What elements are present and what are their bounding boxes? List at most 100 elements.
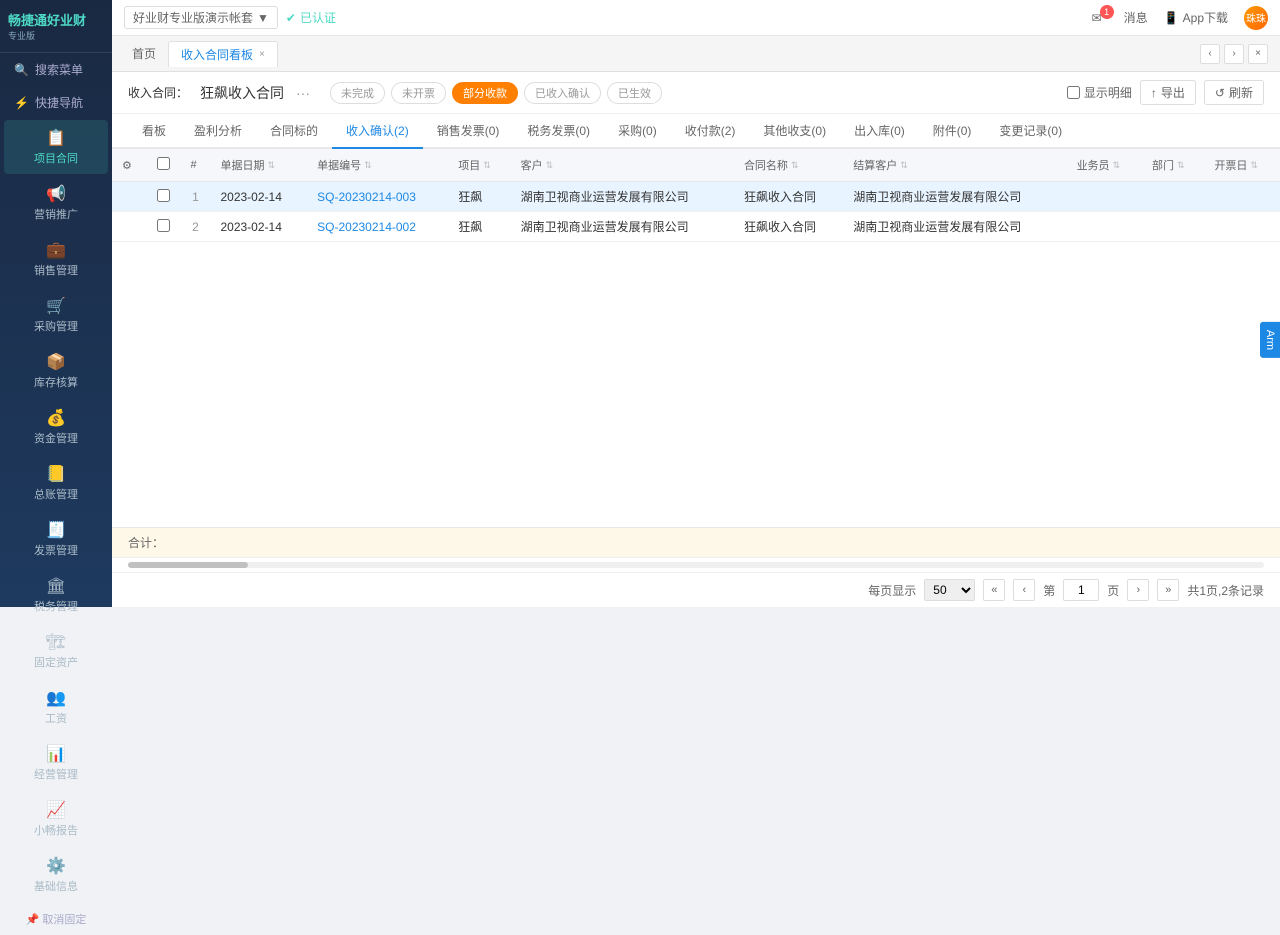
sub-tab-payment[interactable]: 收付款(2) [671, 114, 750, 149]
record-link[interactable]: SQ-20230214-002 [317, 220, 416, 234]
table-header-row: ⚙ # 单据日期⇅ 单据编号⇅ [112, 149, 1280, 182]
status-kaipiao[interactable]: 未开票 [391, 82, 446, 104]
status-wancheng[interactable]: 未完成 [330, 82, 385, 104]
sidebar-item-general[interactable]: 📒 总账管理 [4, 456, 108, 510]
app-download-btn[interactable]: 📱 App下载 [1164, 9, 1228, 26]
record-link[interactable]: SQ-20230214-003 [317, 190, 416, 204]
row-checkbox[interactable] [157, 189, 170, 202]
sidebar-item-project[interactable]: 📋 项目合同 [4, 120, 108, 174]
unpin-label: 取消固定 [42, 914, 86, 926]
page-size-select[interactable]: 10 20 50 100 [924, 579, 975, 601]
col-checkbox [147, 149, 180, 182]
sub-tab-items[interactable]: 合同标的 [256, 114, 332, 149]
table-footer: 合计： [112, 527, 1280, 557]
cell-code[interactable]: SQ-20230214-003 [307, 182, 448, 212]
col-project[interactable]: 项目⇅ [448, 149, 510, 182]
sidebar-search[interactable]: 🔍 搜索菜单 [0, 53, 112, 86]
col-dept[interactable]: 部门⇅ [1142, 149, 1204, 182]
sidebar-item-report[interactable]: 📈 小畅报告 [4, 792, 108, 846]
show-detail-toggle[interactable]: 显示明细 [1067, 84, 1132, 101]
sub-tab-purchase[interactable]: 采购(0) [604, 114, 671, 149]
basic-icon: ⚙️ [46, 856, 66, 876]
scroll-track[interactable] [128, 562, 1264, 568]
quick-nav[interactable]: ⚡ 快捷导航 [0, 86, 112, 119]
unpin-btn[interactable]: 📌 取消固定 [0, 903, 112, 935]
col-code[interactable]: 单据编号⇅ [307, 149, 448, 182]
export-label: 导出 [1161, 84, 1185, 101]
refresh-btn[interactable]: ↺ 刷新 [1204, 80, 1264, 105]
col-contract[interactable]: 合同名称⇅ [734, 149, 843, 182]
tab-close-btn[interactable]: × [259, 49, 265, 60]
show-detail-checkbox[interactable] [1067, 86, 1080, 99]
sub-tab-confirm[interactable]: 收入确认(2) [332, 114, 423, 149]
message-btn[interactable]: ✉ 1 消息 [1092, 9, 1148, 26]
sidebar-item-label: 基础信息 [34, 878, 78, 894]
tab-next-btn[interactable]: › [1224, 44, 1244, 64]
sidebar-item-label: 固定资产 [34, 654, 78, 670]
arm-float-btn[interactable]: Arm [1260, 321, 1280, 357]
first-page-btn[interactable]: « [983, 579, 1005, 601]
sub-tab-tax-inv[interactable]: 税务发票(0) [513, 114, 604, 149]
header-right: ✉ 1 消息 📱 App下载 珠珠 [1092, 6, 1268, 30]
sidebar-item-assets[interactable]: 🏗 固定资产 [4, 624, 108, 678]
sidebar-item-inventory[interactable]: 📦 库存核算 [4, 344, 108, 398]
sidebar-item-invoice[interactable]: 🧾 发票管理 [4, 512, 108, 566]
row-checkbox[interactable] [157, 219, 170, 232]
status-shoukuan[interactable]: 部分收款 [452, 82, 518, 104]
sidebar-item-label: 经营管理 [34, 766, 78, 782]
home-tab[interactable]: 首页 [124, 41, 164, 66]
cell-num: 1 [180, 182, 210, 212]
page-number-input[interactable] [1063, 579, 1099, 601]
col-customer[interactable]: 客户⇅ [511, 149, 734, 182]
sub-tab-profit[interactable]: 盈利分析 [180, 114, 256, 149]
download-icon: 📱 [1164, 11, 1179, 25]
tab-close-all-btn[interactable]: × [1248, 44, 1268, 64]
sidebar-item-ops[interactable]: 📊 经营管理 [4, 736, 108, 790]
scroll-thumb[interactable] [128, 562, 248, 568]
cell-checkbox[interactable] [147, 182, 180, 212]
col-billing[interactable]: 结算客户⇅ [843, 149, 1066, 182]
last-page-btn[interactable]: » [1157, 579, 1179, 601]
user-avatar[interactable]: 珠珠 [1244, 6, 1268, 30]
sidebar-item-sales[interactable]: 💼 销售管理 [4, 232, 108, 286]
cell-checkbox[interactable] [147, 212, 180, 242]
sub-tab-history[interactable]: 变更记录(0) [985, 114, 1076, 149]
active-tab-contract[interactable]: 收入合同看板 × [168, 41, 278, 67]
tab-prev-btn[interactable]: ‹ [1200, 44, 1220, 64]
settings-icon[interactable]: ⚙ [122, 160, 132, 172]
more-btn[interactable]: ··· [296, 85, 310, 101]
tab-navigation: ‹ › × [1200, 44, 1268, 64]
sidebar-item-purchase[interactable]: 🛒 采购管理 [4, 288, 108, 342]
contract-title: 狂飙收入合同 [200, 83, 284, 103]
cell-code[interactable]: SQ-20230214-002 [307, 212, 448, 242]
col-dept-label: 部门 [1152, 157, 1174, 173]
col-salesperson[interactable]: 业务员⇅ [1067, 149, 1142, 182]
sidebar-item-tax[interactable]: 🏛 税务管理 [4, 568, 108, 622]
col-date[interactable]: 单据日期⇅ [210, 149, 307, 182]
col-open-date[interactable]: 开票日⇅ [1204, 149, 1280, 182]
sub-tab-other[interactable]: 其他收支(0) [749, 114, 840, 149]
prev-page-btn[interactable]: ‹ [1013, 579, 1035, 601]
sort-icon: ⇅ [791, 160, 799, 171]
scroll-bar-area[interactable] [112, 557, 1280, 572]
col-settings[interactable]: ⚙ [112, 149, 147, 182]
sidebar-item-hr[interactable]: 👥 工资 [4, 680, 108, 734]
export-btn[interactable]: ↑ 导出 [1140, 80, 1196, 105]
company-selector[interactable]: 好业财专业版演示帐套 ▼ [124, 6, 278, 29]
sub-tab-warehouse[interactable]: 出入库(0) [840, 114, 919, 149]
right-actions: 显示明细 ↑ 导出 ↺ 刷新 [1067, 80, 1264, 105]
sub-tab-sales-inv[interactable]: 销售发票(0) [423, 114, 514, 149]
sub-tab-kanban[interactable]: 看板 [128, 114, 180, 149]
select-all-checkbox[interactable] [157, 157, 170, 170]
sidebar-item-label: 采购管理 [34, 318, 78, 334]
sidebar-item-marketing[interactable]: 📢 营销推广 [4, 176, 108, 230]
next-page-btn[interactable]: › [1127, 579, 1149, 601]
sub-tab-attachment[interactable]: 附件(0) [919, 114, 986, 149]
sidebar-item-basic[interactable]: ⚙️ 基础信息 [4, 848, 108, 902]
active-tab-label: 收入合同看板 [181, 46, 253, 63]
status-shengxiao[interactable]: 已生效 [607, 82, 662, 104]
cell-salesperson [1067, 182, 1142, 212]
notif-dot: 1 [1100, 5, 1114, 19]
status-querenin[interactable]: 已收入确认 [524, 82, 601, 104]
sidebar-item-capital[interactable]: 💰 资金管理 [4, 400, 108, 454]
